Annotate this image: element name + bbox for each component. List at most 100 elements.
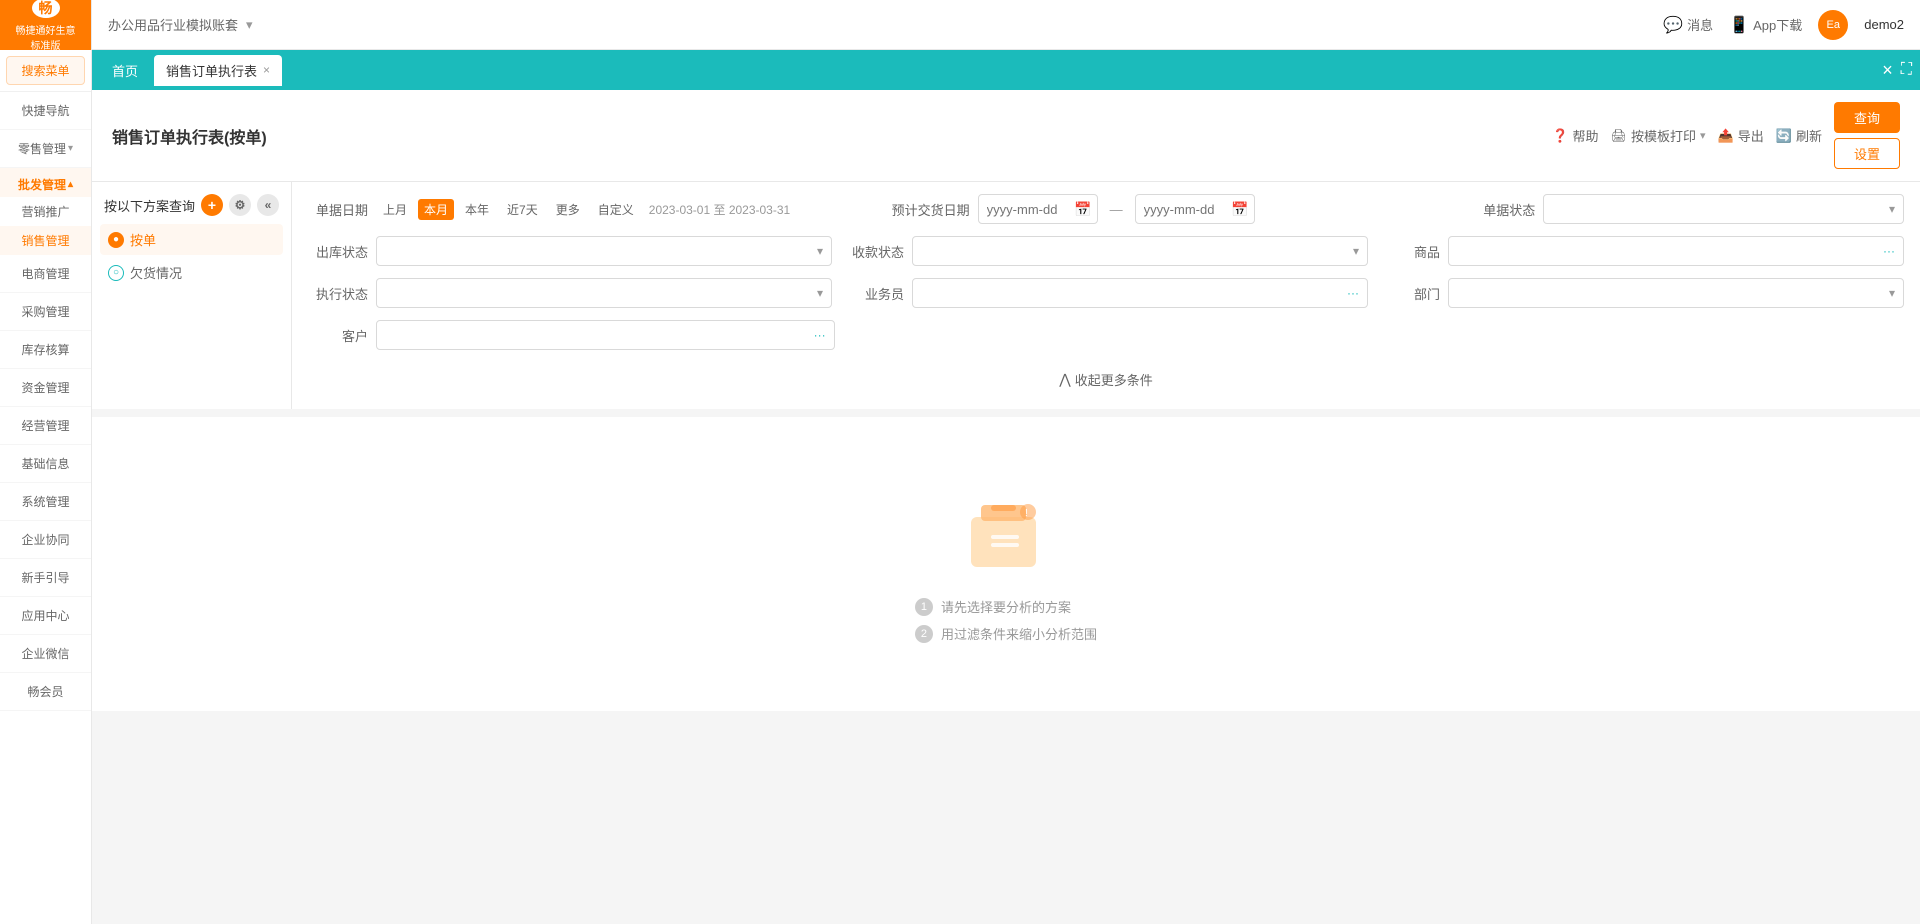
scheme-item-by-order[interactable]: ● 按单 xyxy=(100,224,283,255)
sidebar-item-guide[interactable]: 新手引导 xyxy=(0,559,91,597)
sidebar-item-operations[interactable]: 经营管理 xyxy=(0,407,91,445)
sidebar-item-retail[interactable]: 零售管理 ▾ xyxy=(0,130,91,168)
date-this-month[interactable]: 本月 xyxy=(418,199,454,220)
message-button[interactable]: 💬 消息 xyxy=(1663,15,1713,35)
receipt-status-label: 收款状态 xyxy=(844,242,904,261)
sidebar-item-wechat[interactable]: 企业微信 xyxy=(0,635,91,673)
dept-label: 部门 xyxy=(1380,284,1440,303)
page-title: 销售订单执行表(按单) xyxy=(112,124,267,160)
tab-close-icon[interactable]: × xyxy=(263,63,270,77)
date-more[interactable]: 更多 xyxy=(549,198,587,221)
sidebar-item-app-center[interactable]: 应用中心 xyxy=(0,597,91,635)
settings-button[interactable]: 设置 xyxy=(1834,138,1900,169)
print-button[interactable]: 🖨 按模板打印 ▾ xyxy=(1611,126,1706,145)
dept-field: 部门 ▾ xyxy=(1380,278,1904,308)
delivery-date-end-wrap: 📅 xyxy=(1135,194,1255,224)
sidebar-item-basic-info[interactable]: 基础信息 xyxy=(0,445,91,483)
goods-input[interactable]: ··· xyxy=(1448,236,1904,266)
fullscreen-icon[interactable]: ⛶ xyxy=(1901,61,1912,79)
filter-panel: 按以下方案查询 + ⚙ « ● 按单 ○ 欠货情况 xyxy=(92,182,1920,409)
filter-row-3: 执行状态 ▾ 业务员 ··· 部门 xyxy=(308,278,1904,308)
collapse-more-button[interactable]: ⋀ 收起更多条件 xyxy=(308,362,1904,397)
export-button[interactable]: 📤 导出 xyxy=(1718,126,1764,145)
date-last-7-days[interactable]: 近7天 xyxy=(500,198,545,221)
customer-input[interactable]: ··· xyxy=(376,320,835,350)
date-label: 单据日期 xyxy=(308,200,368,219)
sidebar-item-enterprise[interactable]: 企业协同 xyxy=(0,521,91,559)
svg-text:!: ! xyxy=(1025,508,1028,519)
add-scheme-button[interactable]: + xyxy=(201,194,223,216)
receipt-status-dropdown-icon: ▾ xyxy=(1353,244,1359,258)
scheme-settings-button[interactable]: ⚙ xyxy=(229,194,251,216)
avatar[interactable]: Ea xyxy=(1818,10,1848,40)
close-window-icon[interactable]: × xyxy=(1882,60,1893,81)
filter-left-panel: 按以下方案查询 + ⚙ « ● 按单 ○ 欠货情况 xyxy=(92,182,292,409)
search-menu-button[interactable]: 搜索菜单 xyxy=(6,56,85,85)
delivery-date-start[interactable] xyxy=(978,194,1098,224)
header-actions: 💬 消息 📱 App下载 Ea demo2 xyxy=(1663,10,1904,40)
sidebar-item-marketing[interactable]: 营销推广 xyxy=(0,197,91,226)
salesperson-more-icon: ··· xyxy=(1347,286,1359,300)
retail-arrow-icon: ▾ xyxy=(68,143,73,154)
salesperson-field: 业务员 ··· xyxy=(844,278,1368,308)
wholesale-arrow-icon: ▴ xyxy=(68,179,73,190)
filter-left-actions: + ⚙ « xyxy=(201,194,279,216)
user-name[interactable]: demo2 xyxy=(1864,17,1904,32)
sidebar-item-wholesale[interactable]: 批发管理 ▴ xyxy=(0,168,91,197)
page-content: 销售订单执行表(按单) ❓ 帮助 🖨 按模板打印 ▾ 📤 导出 🔄 刷新 xyxy=(92,90,1920,924)
date-this-year[interactable]: 本年 xyxy=(458,198,496,221)
query-button[interactable]: 查询 xyxy=(1834,102,1900,133)
doc-status-select[interactable]: ▾ xyxy=(1543,194,1904,224)
app-logo[interactable]: 畅 畅捷通好生意 标准版 xyxy=(0,0,91,50)
tab-home[interactable]: 首页 xyxy=(100,55,150,86)
main-content: 办公用品行业模拟账套 ▾ 💬 消息 📱 App下载 Ea demo2 首页 销售… xyxy=(92,0,1920,924)
expected-delivery-label: 预计交货日期 xyxy=(892,200,970,219)
receipt-status-select[interactable]: ▾ xyxy=(912,236,1368,266)
date-custom[interactable]: 自定义 xyxy=(591,198,641,221)
dept-select[interactable]: ▾ xyxy=(1448,278,1904,308)
empty-state: ! 1 请先选择要分析的方案 2 用过滤条件来缩小分析范围 xyxy=(92,417,1920,711)
date-last-month[interactable]: 上月 xyxy=(376,198,414,221)
export-icon: 📤 xyxy=(1718,128,1734,144)
date-field: 单据日期 上月 本月 本年 近7天 更多 自定义 2023-03-01 至 20… xyxy=(308,198,880,221)
industry-label: 办公用品行业模拟账套 xyxy=(108,15,238,34)
filter-scheme-title: 按以下方案查询 + ⚙ « xyxy=(100,194,283,216)
sidebar-item-finance[interactable]: 资金管理 xyxy=(0,369,91,407)
app-name: 畅捷通好生意 xyxy=(16,22,76,37)
app-download-button[interactable]: 📱 App下载 xyxy=(1729,15,1802,35)
goods-label: 商品 xyxy=(1380,242,1440,261)
date-separator: — xyxy=(1106,202,1127,217)
sidebar-item-system[interactable]: 系统管理 xyxy=(0,483,91,521)
delivery-date-end[interactable] xyxy=(1135,194,1255,224)
salesperson-label: 业务员 xyxy=(844,284,904,303)
sidebar-item-quick-nav[interactable]: 快捷导航 xyxy=(0,92,91,130)
print-dropdown-icon[interactable]: ▾ xyxy=(1700,129,1706,142)
empty-step-1: 1 请先选择要分析的方案 xyxy=(915,597,1097,616)
tab-sales-order[interactable]: 销售订单执行表 × xyxy=(154,55,282,86)
customer-more-icon: ··· xyxy=(814,328,826,342)
sidebar-item-sales[interactable]: 销售管理 xyxy=(0,226,91,255)
app-download-icon: 📱 xyxy=(1729,15,1749,35)
empty-steps-list: 1 请先选择要分析的方案 2 用过滤条件来缩小分析范围 xyxy=(915,597,1097,651)
exec-status-dropdown-icon: ▾ xyxy=(817,286,823,300)
collapse-panel-button[interactable]: « xyxy=(257,194,279,216)
industry-dropdown-icon[interactable]: ▾ xyxy=(246,17,253,33)
sidebar-item-inventory[interactable]: 库存核算 xyxy=(0,331,91,369)
gear-icon: ⚙ xyxy=(235,198,246,212)
help-button[interactable]: ❓ 帮助 xyxy=(1552,126,1598,145)
page-title-bar: 销售订单执行表(按单) ❓ 帮助 🖨 按模板打印 ▾ 📤 导出 🔄 刷新 xyxy=(92,90,1920,182)
scheme-item-shortage[interactable]: ○ 欠货情况 xyxy=(100,257,283,288)
top-header: 办公用品行业模拟账套 ▾ 💬 消息 📱 App下载 Ea demo2 xyxy=(92,0,1920,50)
sidebar-item-ecommerce[interactable]: 电商管理 xyxy=(0,255,91,293)
salesperson-input[interactable]: ··· xyxy=(912,278,1368,308)
tab-bar-right: × ⛶ xyxy=(1882,60,1912,81)
goods-field: 商品 ··· xyxy=(1380,236,1904,266)
sidebar-item-member[interactable]: 畅会员 xyxy=(0,673,91,711)
sidebar-item-purchase[interactable]: 采购管理 xyxy=(0,293,91,331)
refresh-button[interactable]: 🔄 刷新 xyxy=(1776,126,1822,145)
date-range-text: 2023-03-01 至 2023-03-31 xyxy=(649,201,790,218)
exec-status-select[interactable]: ▾ xyxy=(376,278,832,308)
exec-status-label: 执行状态 xyxy=(308,284,368,303)
out-status-select[interactable]: ▾ xyxy=(376,236,832,266)
out-status-label: 出库状态 xyxy=(308,242,368,261)
